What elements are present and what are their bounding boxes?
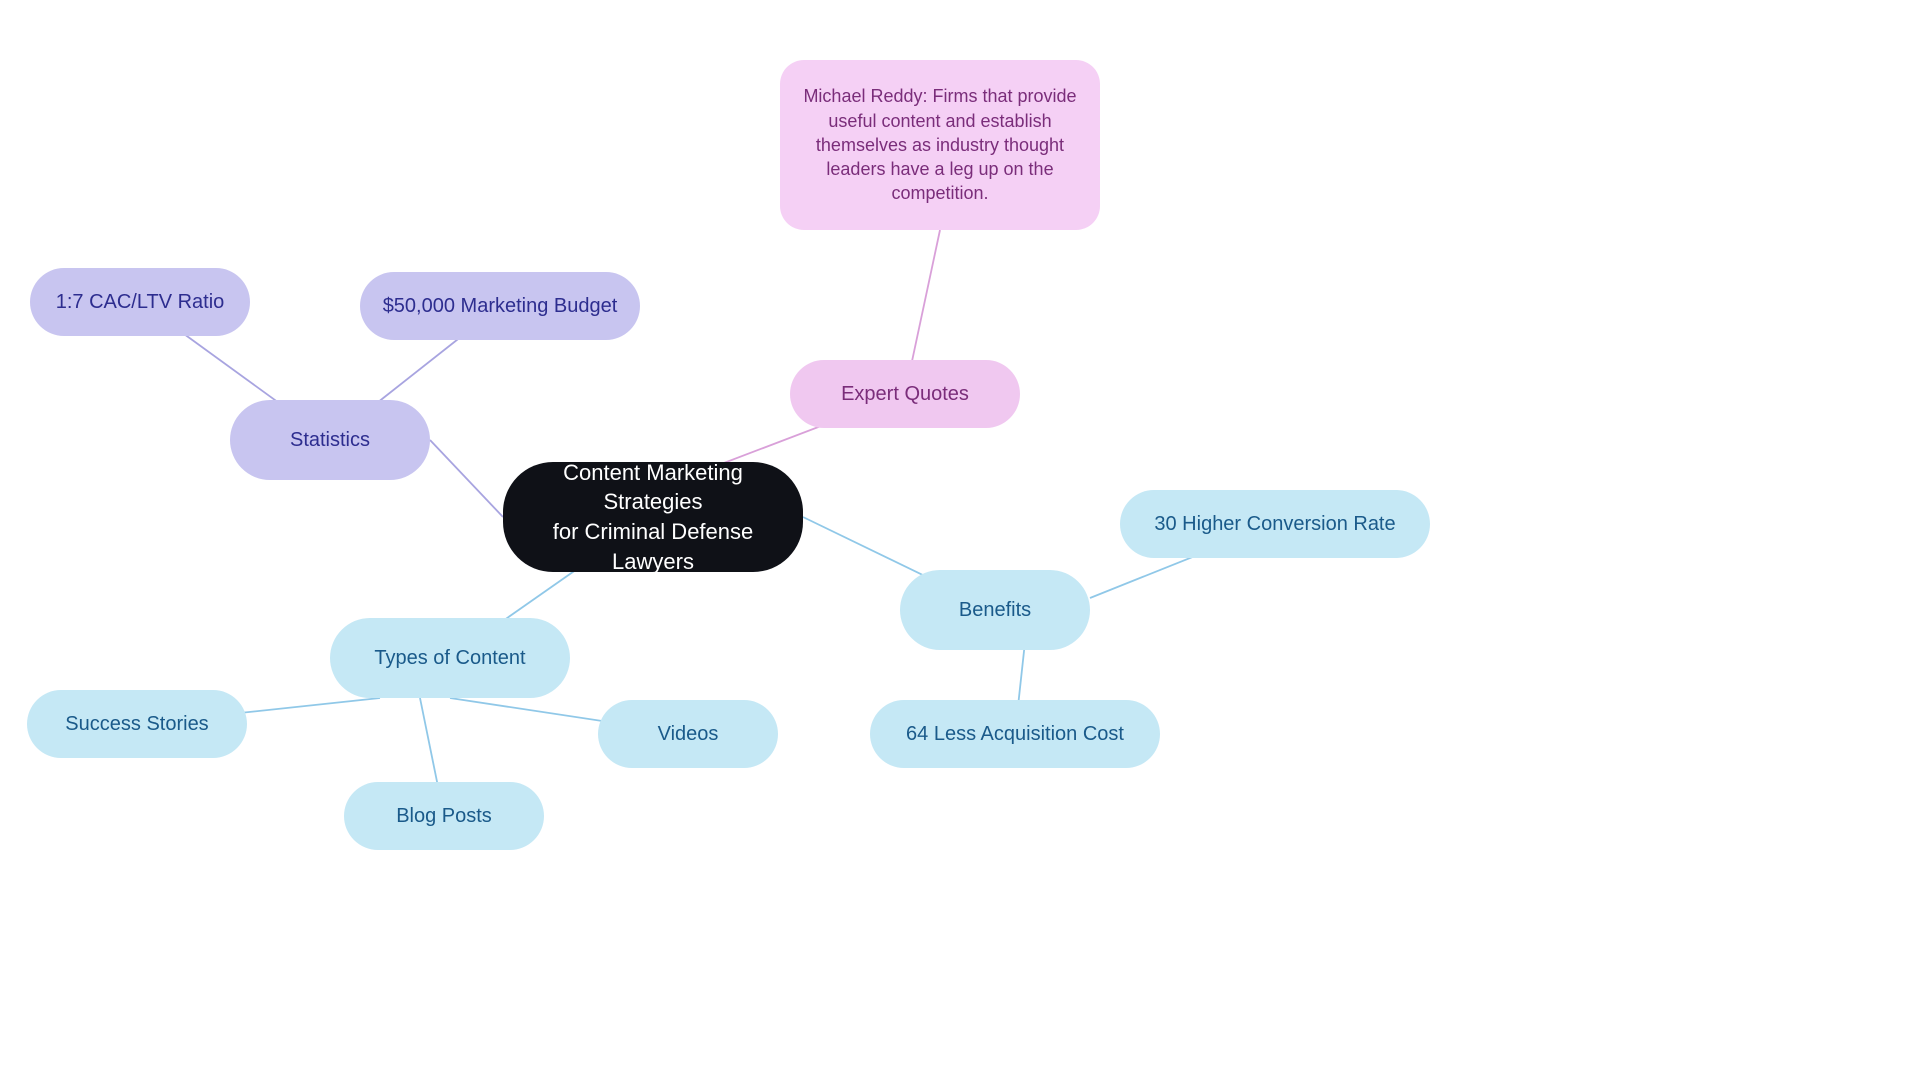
statistics-label: Statistics bbox=[290, 427, 370, 454]
conversion-node[interactable]: 30 Higher Conversion Rate bbox=[1120, 490, 1430, 558]
success-stories-node[interactable]: Success Stories bbox=[27, 690, 247, 758]
acquisition-node[interactable]: 64 Less Acquisition Cost bbox=[870, 700, 1160, 768]
statistics-node[interactable]: Statistics bbox=[230, 400, 430, 480]
videos-label: Videos bbox=[658, 721, 719, 748]
types-label: Types of Content bbox=[374, 645, 525, 672]
cac-node[interactable]: 1:7 CAC/LTV Ratio bbox=[30, 268, 250, 336]
videos-node[interactable]: Videos bbox=[598, 700, 778, 768]
blog-posts-node[interactable]: Blog Posts bbox=[344, 782, 544, 850]
center-label: Content Marketing Strategies for Crimina… bbox=[525, 458, 781, 577]
quote-node: Michael Reddy: Firms that provide useful… bbox=[780, 60, 1100, 230]
blog-posts-label: Blog Posts bbox=[396, 803, 492, 830]
types-node[interactable]: Types of Content bbox=[330, 618, 570, 698]
expert-quotes-node[interactable]: Expert Quotes bbox=[790, 360, 1020, 428]
conversion-label: 30 Higher Conversion Rate bbox=[1154, 511, 1395, 538]
success-stories-label: Success Stories bbox=[65, 711, 208, 738]
budget-node[interactable]: $50,000 Marketing Budget bbox=[360, 272, 640, 340]
quote-label: Michael Reddy: Firms that provide useful… bbox=[802, 84, 1078, 205]
acquisition-label: 64 Less Acquisition Cost bbox=[906, 721, 1124, 748]
benefits-label: Benefits bbox=[959, 597, 1031, 624]
center-node: Content Marketing Strategies for Crimina… bbox=[503, 462, 803, 572]
cac-label: 1:7 CAC/LTV Ratio bbox=[56, 289, 225, 316]
benefits-node[interactable]: Benefits bbox=[900, 570, 1090, 650]
budget-label: $50,000 Marketing Budget bbox=[383, 293, 618, 320]
expert-quotes-label: Expert Quotes bbox=[841, 381, 969, 408]
